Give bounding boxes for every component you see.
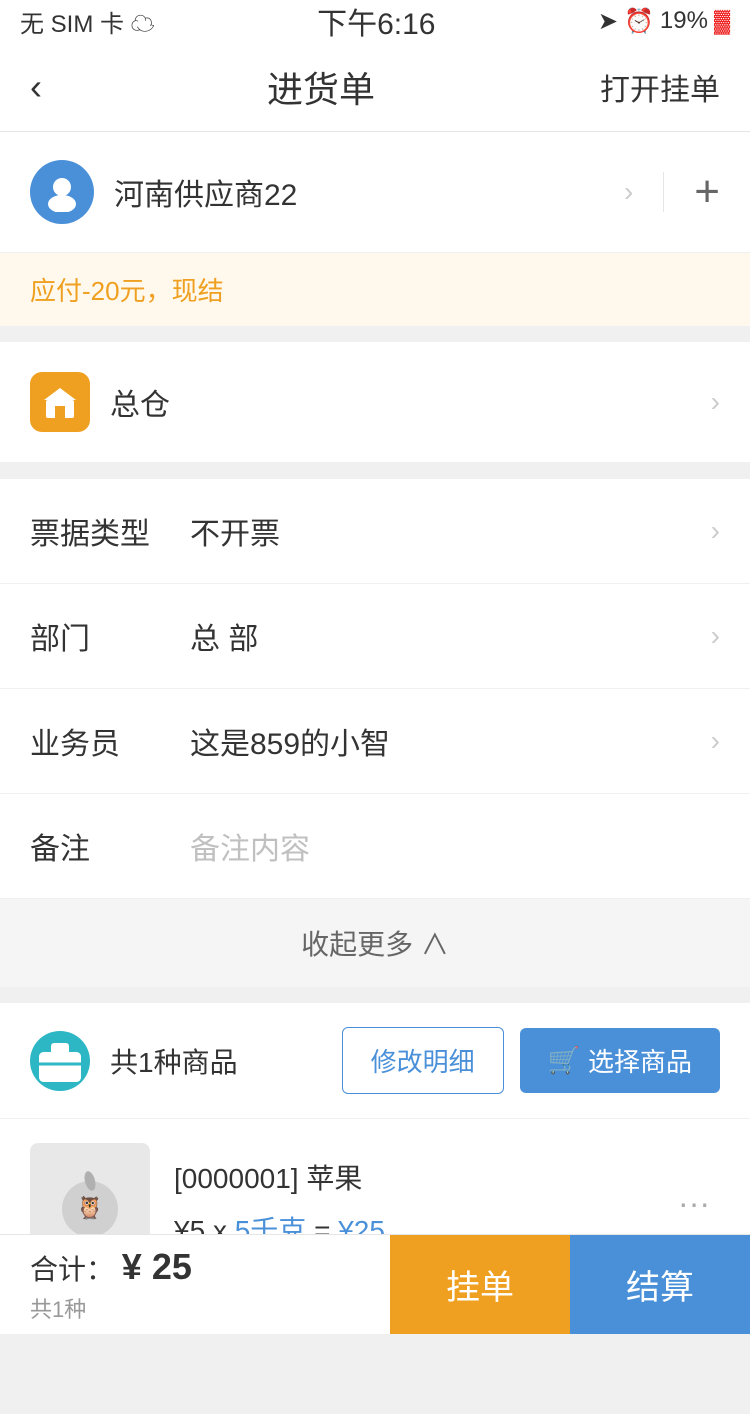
status-time: 下午6:16	[317, 0, 435, 43]
cart-icon: 🛒	[548, 1045, 580, 1076]
products-header: 共1种商品 修改明细 🛒 选择商品	[0, 1003, 750, 1119]
footer: 合计： ¥ 25 共1种 挂单 结算	[0, 1234, 750, 1334]
ticket-type-chevron-icon: ›	[711, 515, 720, 547]
product-name: [0000001] 苹果	[174, 1157, 668, 1197]
settle-button[interactable]: 结算	[570, 1235, 750, 1334]
status-left: 无 SIM 卡 ☁	[20, 4, 155, 39]
remark-row[interactable]: 备注 备注内容	[0, 794, 750, 899]
supplier-card: 河南供应商22 › + 应付-20元，现结	[0, 132, 750, 326]
status-right: ➤ ⏰ 19% ▓	[598, 7, 730, 36]
supplier-right: › +	[624, 167, 720, 217]
collapse-button[interactable]: 收起更多 ∧	[0, 899, 750, 987]
warehouse-row[interactable]: 总仓 ›	[0, 342, 750, 463]
form-card: 票据类型 不开票 › 部门 总 部 › 业务员 这是859的小智 › 备注 备注…	[0, 479, 750, 987]
supplier-notice: 应付-20元，现结	[0, 253, 750, 326]
svg-text:🦉: 🦉	[76, 1195, 103, 1220]
supplier-name: 河南供应商22	[114, 170, 624, 214]
footer-total-line: 合计： ¥ 25	[30, 1246, 360, 1288]
department-chevron-icon: ›	[711, 620, 720, 652]
warehouse-card: 总仓 ›	[0, 342, 750, 463]
salesperson-label: 业务员	[30, 719, 170, 763]
select-product-button[interactable]: 🛒 选择商品	[520, 1028, 720, 1093]
supplier-chevron-icon: ›	[624, 176, 633, 208]
ticket-type-label: 票据类型	[30, 509, 170, 553]
department-label: 部门	[30, 614, 170, 658]
supplier-avatar	[30, 160, 94, 224]
alarm-icon: ⏰	[624, 7, 654, 36]
ticket-type-value: 不开票	[190, 509, 711, 553]
nav-bar: ‹ 进货单 打开挂单	[0, 42, 750, 132]
warehouse-icon	[30, 372, 90, 432]
add-supplier-button[interactable]: +	[694, 167, 720, 217]
supplier-row[interactable]: 河南供应商22 › +	[0, 132, 750, 253]
status-bar: 无 SIM 卡 ☁ 下午6:16 ➤ ⏰ 19% ▓	[0, 0, 750, 42]
ticket-type-row[interactable]: 票据类型 不开票 ›	[0, 479, 750, 584]
department-value: 总 部	[190, 614, 711, 658]
battery-level: 19%	[660, 7, 708, 35]
warehouse-name: 总仓	[110, 380, 711, 424]
salesperson-row[interactable]: 业务员 这是859的小智 ›	[0, 689, 750, 794]
products-icon	[30, 1031, 90, 1091]
salesperson-chevron-icon: ›	[711, 725, 720, 757]
select-product-label: 选择商品	[588, 1042, 692, 1079]
battery-icon: ▓	[714, 8, 730, 34]
edit-detail-button[interactable]: 修改明细	[342, 1027, 504, 1094]
department-row[interactable]: 部门 总 部 ›	[0, 584, 750, 689]
back-button[interactable]: ‹	[30, 66, 42, 108]
hang-button[interactable]: 挂单	[390, 1235, 570, 1334]
vertical-divider	[663, 172, 664, 212]
warehouse-chevron-icon: ›	[711, 386, 720, 418]
remark-label: 备注	[30, 824, 170, 868]
products-count: 共1种商品	[110, 1041, 342, 1081]
location-icon: ➤	[598, 7, 618, 36]
product-more-button[interactable]: ···	[668, 1175, 720, 1232]
total-amount: ¥ 25	[122, 1246, 192, 1287]
open-hang-button[interactable]: 打开挂单	[600, 65, 720, 109]
main-content: 河南供应商22 › + 应付-20元，现结 总仓 › 票据类型	[0, 132, 750, 1414]
page-title: 进货单	[267, 61, 375, 113]
remark-placeholder: 备注内容	[190, 824, 720, 868]
footer-total-count: 共1种	[30, 1292, 360, 1324]
salesperson-value: 这是859的小智	[190, 719, 711, 763]
total-label: 合计：	[30, 1254, 114, 1285]
footer-total: 合计： ¥ 25 共1种	[0, 1235, 390, 1334]
sim-status: 无 SIM 卡 ☁	[20, 4, 155, 39]
